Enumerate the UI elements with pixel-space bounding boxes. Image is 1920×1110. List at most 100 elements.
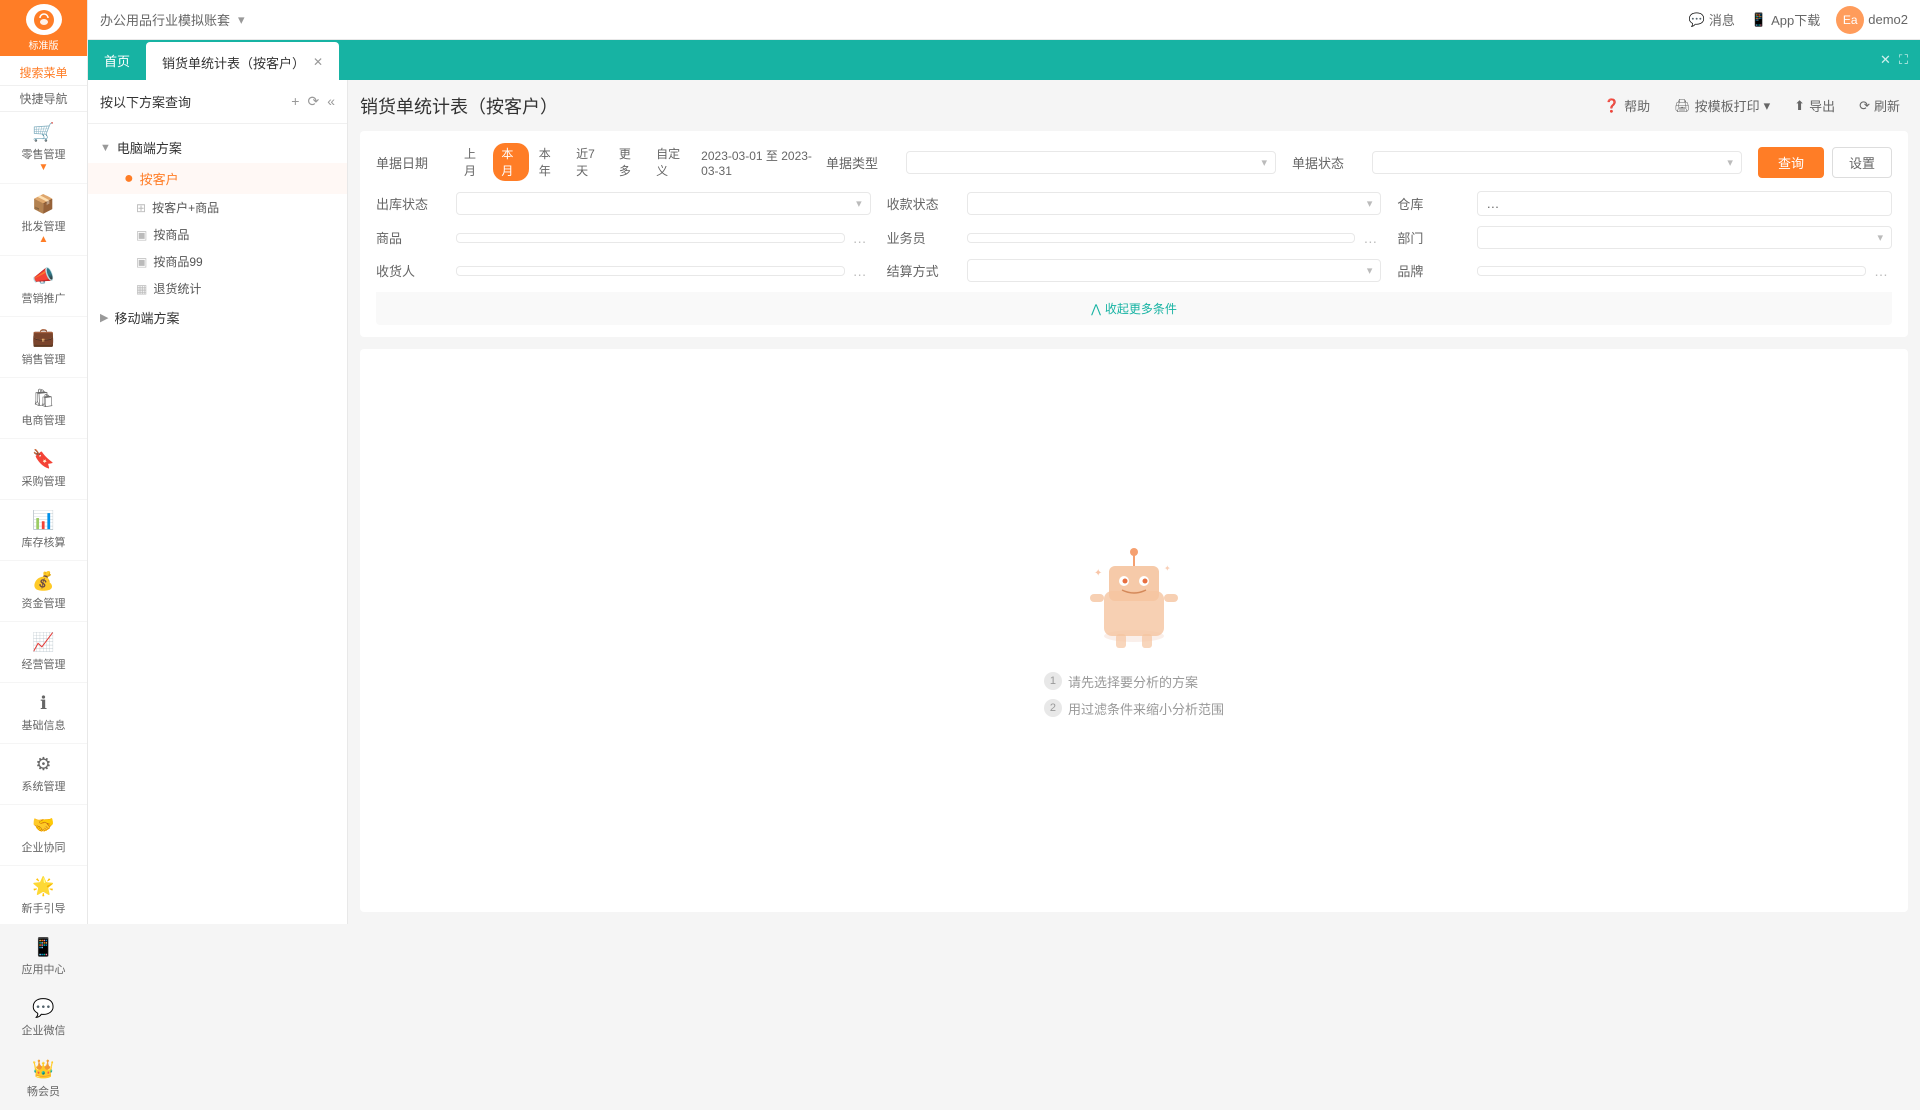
message-label: 消息	[1709, 10, 1735, 29]
tab-home[interactable]: 首页	[88, 40, 146, 80]
tree-item-by-customer-goods[interactable]: ⊞ 按客户+商品	[88, 194, 347, 221]
sidebar-item-purchase[interactable]: 🔖 采购管理	[0, 439, 87, 500]
query-btn[interactable]: 查询	[1758, 147, 1824, 178]
page-header: 销货单统计表（按客户） ❓ 帮助 🖨 按模板打印 ▾ ⬆	[360, 92, 1908, 119]
sidebar-item-operations[interactable]: 📈 经营管理	[0, 622, 87, 683]
add-scheme-btn[interactable]: +	[291, 93, 299, 110]
tree-item-return-stat[interactable]: ▦ 退货统计	[88, 275, 347, 302]
settings-btn[interactable]: 设置	[1832, 147, 1892, 178]
salesperson-ellipsis-btn[interactable]: …	[1359, 230, 1381, 246]
content-area: 按以下方案查询 + ⟳ « ▼ 电脑端方案	[88, 80, 1920, 924]
tree-item-by-goods[interactable]: ▣ 按商品	[88, 221, 347, 248]
payment-status-select[interactable]: ▾	[967, 192, 1382, 215]
out-status-filter: ▾	[456, 192, 871, 215]
member-label: 畅会员	[27, 1083, 60, 1099]
app-download-label: App下载	[1771, 10, 1820, 29]
member-icon: 👑	[32, 1059, 54, 1080]
filter-area: 单据日期 上月 本月 本年 近7天 更多 自定义 2023-03-01 至 20…	[360, 131, 1908, 337]
settlement-label: 结算方式	[887, 261, 967, 280]
print-btn[interactable]: 🖨 按模板打印 ▾	[1666, 92, 1778, 119]
date-tab-this-year[interactable]: 本年	[531, 143, 566, 181]
quick-nav[interactable]: 快捷导航	[0, 86, 87, 112]
wechat-icon: 💬	[32, 998, 54, 1019]
refresh-icon: ⟳	[1859, 98, 1870, 114]
dropdown-arrow[interactable]: ▾	[238, 12, 245, 28]
sales-label: 销售管理	[22, 351, 66, 367]
purchase-label: 采购管理	[22, 473, 66, 489]
sidebar-item-inventory[interactable]: 📊 库存核算	[0, 500, 87, 561]
marketing-icon: 📣	[32, 266, 54, 287]
salesperson-label: 业务员	[887, 228, 967, 247]
message-btn[interactable]: 💬 消息	[1689, 10, 1735, 29]
settlement-select[interactable]: ▾	[967, 259, 1382, 282]
goods-ellipsis-btn[interactable]: …	[849, 230, 871, 246]
sidebar-item-sales[interactable]: 💼 销售管理	[0, 317, 87, 378]
by-customer-label: 按客户	[140, 169, 179, 188]
tree-item-by-customer[interactable]: ● 按客户	[88, 163, 347, 194]
tab-sales-stat[interactable]: 销货单统计表（按客户） ✕	[146, 42, 339, 82]
app-center-icon: 📱	[32, 937, 54, 958]
topbar: 办公用品行业模拟账套 ▾ 💬 消息 📱 App下载 Ea demo2	[88, 0, 1920, 40]
date-tab-this-month[interactable]: 本月	[493, 143, 528, 181]
sidebar-item-wholesale[interactable]: 📦 批发管理 ▲	[0, 184, 87, 256]
tab-close-btn[interactable]: ✕	[313, 55, 323, 69]
refresh-scheme-btn[interactable]: ⟳	[307, 93, 319, 110]
sidebar-item-ecommerce[interactable]: 🛍 电商管理	[0, 378, 87, 439]
operations-label: 经营管理	[22, 656, 66, 672]
sales-stat-tab-label: 销货单统计表（按客户）	[162, 53, 305, 72]
empty-icon: ✦ ✦	[1074, 536, 1194, 656]
refresh-btn[interactable]: ⟳ 刷新	[1851, 92, 1908, 119]
out-status-arrow: ▾	[856, 197, 862, 210]
filter-row-1: 单据日期 上月 本月 本年 近7天 更多 自定义 2023-03-01 至 20…	[376, 143, 1892, 181]
tree-group-pc-header[interactable]: ▼ 电脑端方案	[88, 132, 347, 163]
retail-icon: 🛒	[32, 122, 54, 143]
export-btn[interactable]: ⬆ 导出	[1786, 92, 1843, 119]
sidebar-item-wechat[interactable]: 💬 企业微信	[0, 988, 87, 1049]
date-tab-custom[interactable]: 自定义	[648, 143, 693, 181]
enterprise-label: 企业协同	[22, 839, 66, 855]
search-menu[interactable]: 搜索菜单	[0, 56, 87, 86]
close-window-btn[interactable]: ✕	[1880, 52, 1891, 68]
finance-icon: 💰	[32, 571, 54, 592]
sidebar-item-system[interactable]: ⚙ 系统管理	[0, 744, 87, 805]
date-tab-last-7-days[interactable]: 近7天	[568, 143, 609, 181]
sidebar-item-basic[interactable]: ℹ 基础信息	[0, 683, 87, 744]
settlement-arrow: ▾	[1367, 264, 1373, 277]
warehouse-select[interactable]: …	[1477, 191, 1892, 216]
out-status-select[interactable]: ▾	[456, 192, 871, 215]
system-icon: ⚙	[35, 754, 51, 775]
doc-status-select[interactable]: ▾	[1372, 151, 1742, 174]
sidebar-item-marketing[interactable]: 📣 营销推广	[0, 256, 87, 317]
doc-status-arrow: ▾	[1727, 156, 1733, 169]
finance-label: 资金管理	[22, 595, 66, 611]
sidebar-item-member[interactable]: 👑 畅会员	[0, 1049, 87, 1110]
sidebar-item-enterprise[interactable]: 🤝 企业协同	[0, 805, 87, 866]
help-btn[interactable]: ❓ 帮助	[1596, 92, 1658, 119]
sidebar-item-app-center[interactable]: 📱 应用中心	[0, 927, 87, 988]
maximize-btn[interactable]: ⛶	[1899, 52, 1908, 68]
return-stat-label: 退货统计	[153, 280, 201, 297]
collapse-bar[interactable]: ⋀ 收起更多条件	[376, 292, 1892, 325]
tree-group-mobile-header[interactable]: ▶ 移动端方案	[88, 302, 347, 333]
consignee-ellipsis-btn[interactable]: …	[849, 263, 871, 279]
date-tab-last-month[interactable]: 上月	[456, 143, 491, 181]
brand-ellipsis-btn[interactable]: …	[1870, 263, 1892, 279]
department-select[interactable]: ▾	[1477, 226, 1892, 249]
filter-row-3: 商品 … 业务员 …	[376, 226, 1892, 249]
tree-group-mobile-label: 移动端方案	[114, 308, 179, 327]
ecommerce-icon: 🛍	[32, 388, 55, 409]
sidebar-item-finance[interactable]: 💰 资金管理	[0, 561, 87, 622]
date-tab-more[interactable]: 更多	[611, 143, 646, 181]
sidebar-item-newbie[interactable]: 🌟 新手引导	[0, 866, 87, 927]
salesperson-select[interactable]	[967, 233, 1356, 243]
tree-item-by-goods-99[interactable]: ▣ 按商品99	[88, 248, 347, 275]
hint-text-1: 请先选择要分析的方案	[1068, 672, 1198, 691]
collapse-panel-btn[interactable]: «	[327, 93, 335, 110]
sidebar-item-retail[interactable]: 🛒 零售管理 ▼	[0, 112, 87, 184]
user-info[interactable]: Ea demo2	[1836, 6, 1908, 34]
consignee-select[interactable]	[456, 266, 845, 276]
doc-type-select[interactable]: ▾	[906, 151, 1276, 174]
goods-select[interactable]	[456, 233, 845, 243]
app-download-btn[interactable]: 📱 App下载	[1751, 10, 1820, 29]
brand-select[interactable]	[1477, 266, 1866, 276]
